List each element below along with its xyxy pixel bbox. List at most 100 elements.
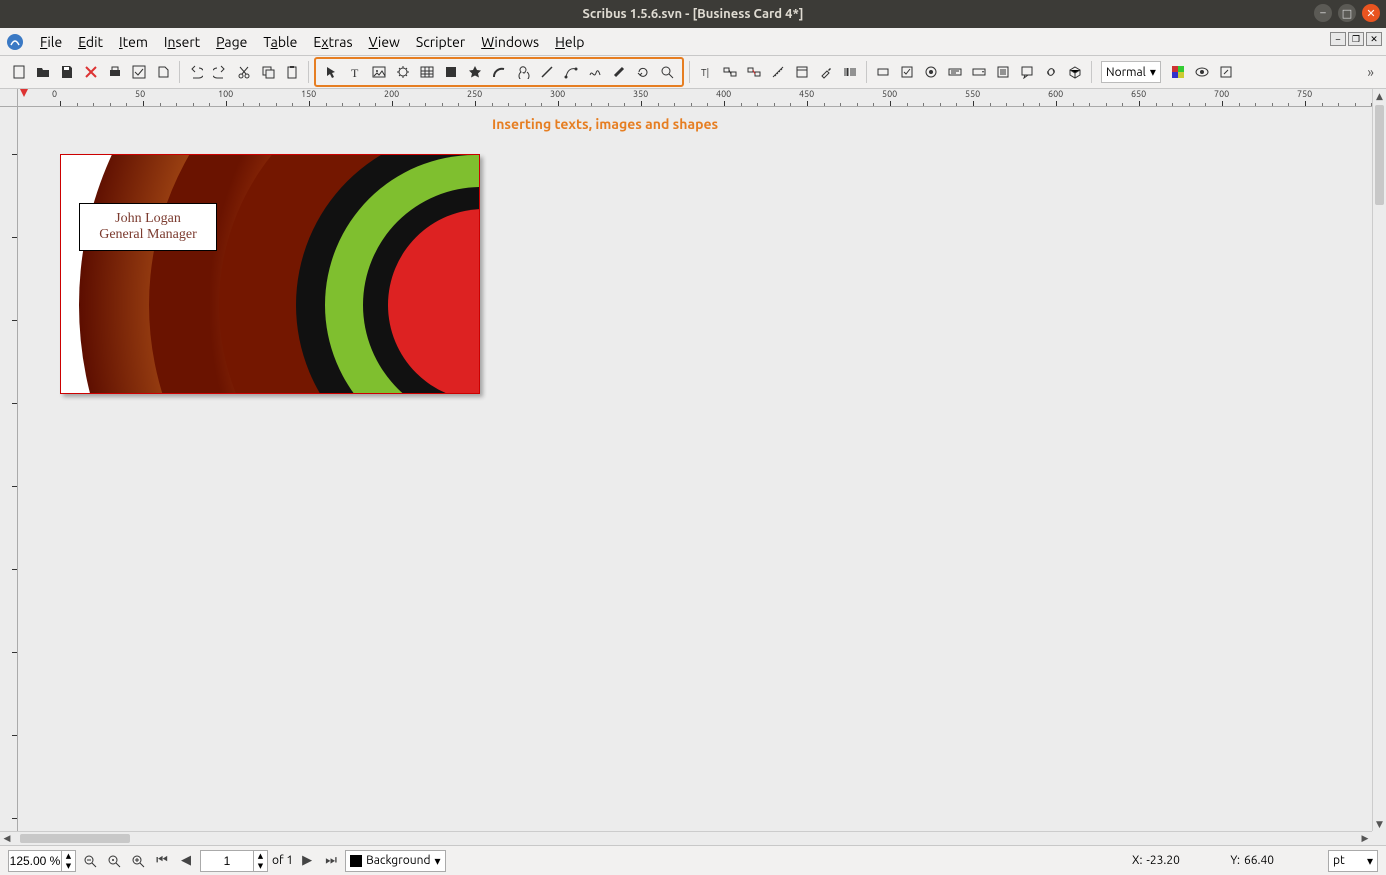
zoom-out-icon[interactable] [80, 851, 100, 871]
menu-edit[interactable]: Edit [70, 32, 111, 52]
render-frame-icon[interactable] [392, 61, 414, 83]
menu-page[interactable]: Page [208, 32, 255, 52]
preview-icon[interactable] [1191, 61, 1213, 83]
pdf-pushbutton-icon[interactable] [872, 61, 894, 83]
close-doc-icon[interactable] [80, 61, 102, 83]
first-page-icon[interactable]: ⏮ [152, 851, 172, 871]
zoom-input[interactable] [9, 854, 61, 868]
zoom-down-icon[interactable]: ▼ [62, 861, 75, 871]
mdi-close-button[interactable]: ✕ [1366, 32, 1382, 46]
pdf-link-icon[interactable] [1040, 61, 1062, 83]
pdf-3d-icon[interactable] [1064, 61, 1086, 83]
mdi-minimize-button[interactable]: – [1330, 32, 1346, 46]
canvas[interactable]: Inserting texts, images and shapes [18, 107, 1372, 831]
layer-select[interactable]: Background ▾ [345, 850, 445, 872]
freehand-icon[interactable] [584, 61, 606, 83]
unit-select[interactable]: pt ▾ [1328, 850, 1378, 872]
scroll-up-icon[interactable]: ▲ [1373, 89, 1386, 103]
window-minimize-button[interactable]: – [1314, 4, 1332, 22]
pdf-listbox-icon[interactable] [992, 61, 1014, 83]
shape-icon[interactable] [440, 61, 462, 83]
pdf-textfield-icon[interactable] [944, 61, 966, 83]
table-icon[interactable] [416, 61, 438, 83]
image-frame-icon[interactable] [368, 61, 390, 83]
print-icon[interactable] [104, 61, 126, 83]
new-file-icon[interactable] [8, 61, 30, 83]
last-page-icon[interactable]: ⏭ [321, 851, 341, 871]
page[interactable]: John Logan General Manager [60, 154, 480, 394]
zoom-reset-icon[interactable] [104, 851, 124, 871]
pdf-checkbox-icon[interactable] [896, 61, 918, 83]
menu-help[interactable]: Help [547, 32, 592, 52]
line-icon[interactable] [536, 61, 558, 83]
ruler-vertical[interactable] [0, 107, 18, 831]
x-label: X: [1132, 854, 1142, 867]
toggle-color-mgmt-icon[interactable] [1167, 61, 1189, 83]
edit-text-icon[interactable]: T| [695, 61, 717, 83]
next-page-icon[interactable]: ▶ [297, 851, 317, 871]
zoom-up-icon[interactable]: ▲ [62, 851, 75, 861]
menu-item[interactable]: Item [111, 32, 156, 52]
link-frames-icon[interactable] [719, 61, 741, 83]
paste-icon[interactable] [281, 61, 303, 83]
zoom-icon[interactable] [656, 61, 678, 83]
menu-windows[interactable]: Windows [473, 32, 547, 52]
calligraphic-icon[interactable] [608, 61, 630, 83]
toolbar-overflow-icon[interactable]: » [1363, 64, 1378, 80]
save-icon[interactable] [56, 61, 78, 83]
copy-icon[interactable] [257, 61, 279, 83]
open-file-icon[interactable] [32, 61, 54, 83]
barcode-icon[interactable] [839, 61, 861, 83]
select-tool-icon[interactable] [320, 61, 342, 83]
scrollbar-horizontal[interactable]: ◀ ▶ [0, 831, 1372, 845]
undo-icon[interactable] [185, 61, 207, 83]
scroll-h-thumb[interactable] [20, 834, 130, 843]
zoom-in-icon[interactable] [128, 851, 148, 871]
pdf-annotation-icon[interactable] [1016, 61, 1038, 83]
cut-icon[interactable] [233, 61, 255, 83]
prev-page-icon[interactable]: ◀ [176, 851, 196, 871]
page-down-icon[interactable]: ▼ [254, 861, 267, 871]
preview-mode-select[interactable]: Normal ▾ [1101, 61, 1161, 83]
export-pdf-icon[interactable] [152, 61, 174, 83]
text-frame-icon[interactable]: T [344, 61, 366, 83]
zoom-spinbox[interactable]: ▲▼ [8, 850, 76, 872]
eyedropper-icon[interactable] [815, 61, 837, 83]
pdf-radiobutton-icon[interactable] [920, 61, 942, 83]
measure-icon[interactable] [767, 61, 789, 83]
scrollbar-vertical[interactable]: ▲ ▼ [1372, 89, 1386, 831]
page-spinbox[interactable]: ▲▼ [200, 850, 268, 872]
page-total-label: of 1 [272, 854, 293, 867]
menu-scripter[interactable]: Scripter [408, 32, 473, 52]
copy-properties-icon[interactable] [791, 61, 813, 83]
scroll-left-icon[interactable]: ◀ [0, 832, 14, 845]
menu-file[interactable]: File [32, 32, 70, 52]
unlink-frames-icon[interactable] [743, 61, 765, 83]
spiral-icon[interactable] [512, 61, 534, 83]
menu-table[interactable]: Table [255, 32, 305, 52]
scroll-v-thumb[interactable] [1375, 105, 1384, 205]
page-up-icon[interactable]: ▲ [254, 851, 267, 861]
rotate-icon[interactable] [632, 61, 654, 83]
scroll-right-icon[interactable]: ▶ [1358, 832, 1372, 845]
preflight-icon[interactable] [128, 61, 150, 83]
page-input[interactable] [201, 854, 253, 868]
polygon-icon[interactable] [464, 61, 486, 83]
card-name-text: John Logan [115, 211, 181, 227]
ruler-horizontal[interactable]: 0501001502002503003504004505005506006507… [18, 89, 1372, 107]
menu-insert[interactable]: Insert [156, 32, 208, 52]
text-frame[interactable]: John Logan General Manager [79, 203, 217, 251]
bezier-icon[interactable] [560, 61, 582, 83]
menu-view[interactable]: View [361, 32, 408, 52]
card-artwork [60, 154, 480, 394]
redo-icon[interactable] [209, 61, 231, 83]
window-maximize-button[interactable]: □ [1338, 4, 1356, 22]
window-close-button[interactable]: ✕ [1362, 4, 1380, 22]
arc-icon[interactable] [488, 61, 510, 83]
menu-extras[interactable]: Extras [305, 32, 360, 52]
scroll-down-icon[interactable]: ▼ [1373, 817, 1386, 831]
pdf-combobox-icon[interactable] [968, 61, 990, 83]
ruler-origin[interactable] [0, 89, 18, 107]
mdi-restore-button[interactable]: ❐ [1348, 32, 1364, 46]
edit-in-preview-icon[interactable] [1215, 61, 1237, 83]
